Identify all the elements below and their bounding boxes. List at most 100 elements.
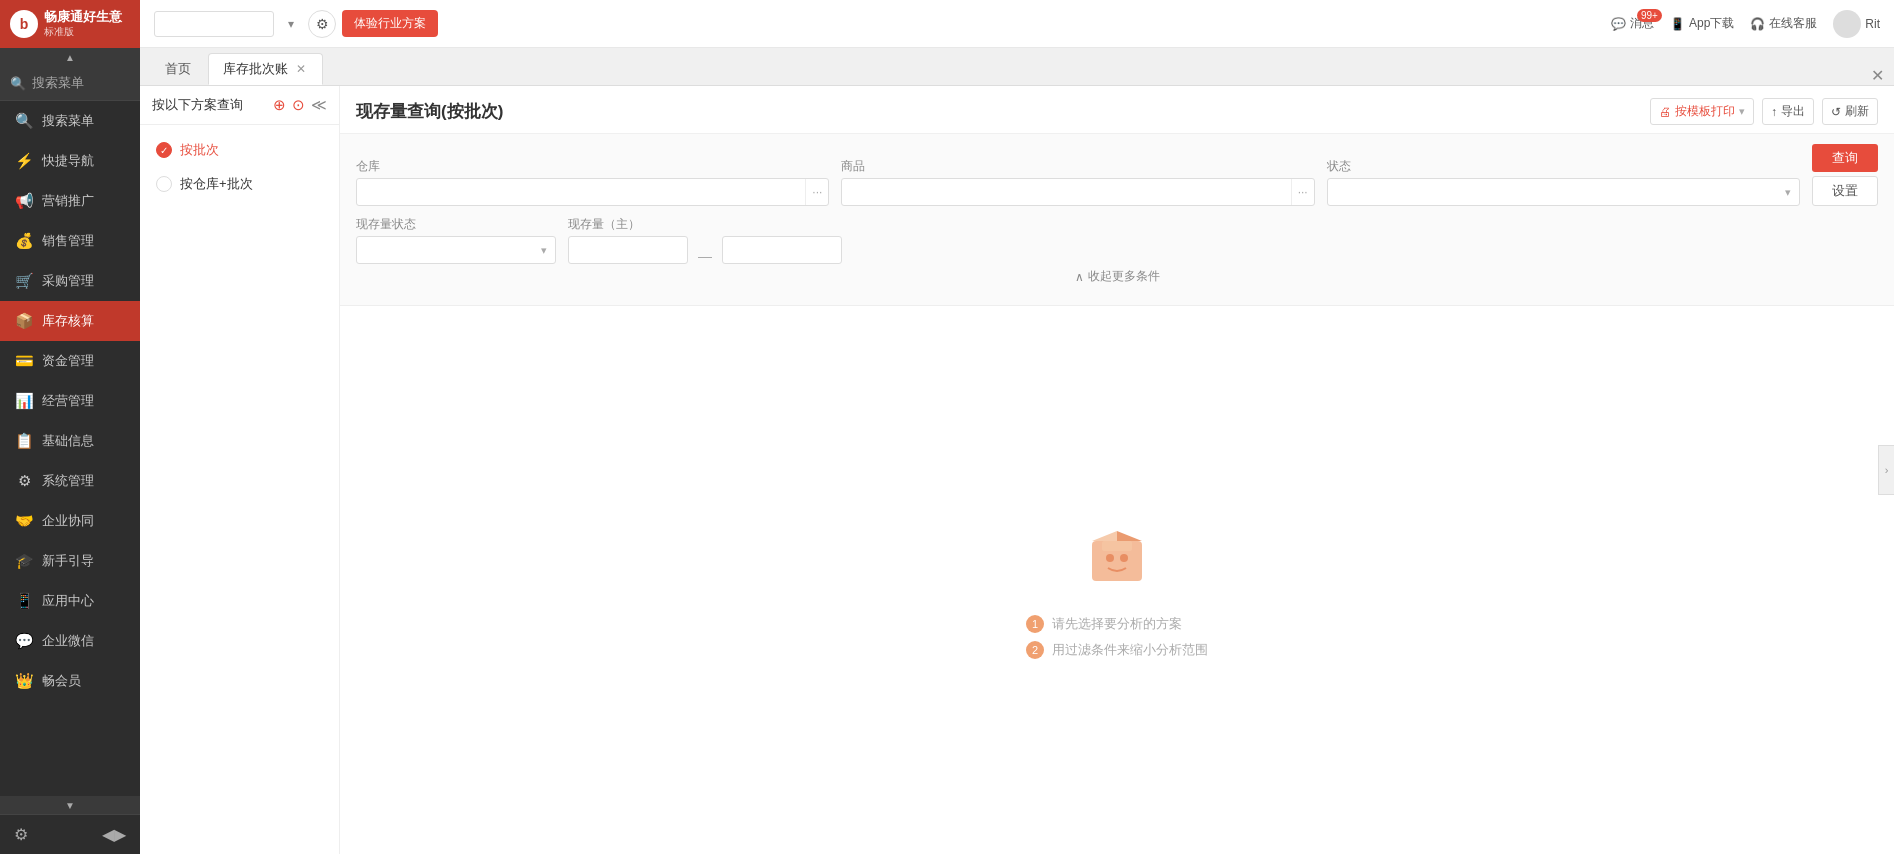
product-more-icon[interactable]: ··· [1291, 179, 1314, 205]
sidebar-item-appcenter[interactable]: 📱 应用中心 [0, 581, 140, 621]
nav-icon-basic: 📋 [14, 431, 34, 451]
filter-panel: 按以下方案查询 ⊕ ⊙ ≪ ✓ 按批次 按仓库+批次 [140, 86, 340, 854]
filter-item-batch[interactable]: ✓ 按批次 [140, 133, 339, 167]
print-dropdown-icon[interactable]: ▾ [1739, 105, 1745, 118]
warehouse-input[interactable] [357, 179, 805, 205]
refresh-btn[interactable]: ↺ 刷新 [1822, 98, 1878, 125]
tab-inventory-batch[interactable]: 库存批次账 ✕ [208, 53, 323, 85]
nav-icon-finance: 💳 [14, 351, 34, 371]
right-panel-toggle[interactable]: › [1878, 445, 1894, 495]
topbar-search-input[interactable] [154, 11, 274, 37]
nav-label-purchase: 采购管理 [42, 272, 94, 290]
settings-btn[interactable]: 设置 [1812, 176, 1878, 206]
app-logo: b [10, 10, 38, 38]
status-dropdown[interactable]: ▾ [1327, 178, 1800, 206]
warehouse-label: 仓库 [356, 158, 829, 175]
refresh-icon: ↺ [1831, 105, 1841, 119]
query-header-actions: 🖨 按模板打印 ▾ ↑ 导出 ↺ 刷新 [1650, 98, 1878, 125]
sidebar-item-purchase[interactable]: 🛒 采购管理 [0, 261, 140, 301]
sidebar-item-operation[interactable]: 📊 经营管理 [0, 381, 140, 421]
filter-item-wh-batch-dot [156, 176, 172, 192]
empty-illustration [1072, 506, 1162, 596]
action-buttons: 查询 设置 [1812, 144, 1878, 206]
app-download-btn[interactable]: 📱 App下载 [1670, 15, 1734, 32]
page-content: 按以下方案查询 ⊕ ⊙ ≪ ✓ 按批次 按仓库+批次 [140, 86, 1894, 854]
nav-label-inventory: 库存核算 [42, 312, 94, 330]
nav-label-quicknav: 快捷导航 [42, 152, 94, 170]
filter-item-warehouse-batch[interactable]: 按仓库+批次 [140, 167, 339, 201]
sidebar-item-search[interactable]: 🔍 搜索菜单 [0, 101, 140, 141]
nav-label-search: 搜索菜单 [42, 112, 94, 130]
svg-rect-3 [1102, 541, 1132, 551]
query-area: 现存量查询(按批次) 🖨 按模板打印 ▾ ↑ 导出 ↺ 刷新 [340, 86, 1894, 854]
nav-label-sales: 销售管理 [42, 232, 94, 250]
svg-marker-1 [1092, 531, 1117, 541]
sidebar-item-system[interactable]: ⚙ 系统管理 [0, 461, 140, 501]
nav-label-wechat: 企业微信 [42, 632, 94, 650]
app-download-label: App下载 [1689, 15, 1734, 32]
status-chevron-icon: ▾ [1785, 186, 1791, 199]
print-btn[interactable]: 🖨 按模板打印 ▾ [1650, 98, 1754, 125]
nav-label-enterprise: 企业协同 [42, 512, 94, 530]
topbar-settings-btn[interactable]: ⚙ [308, 10, 336, 38]
tab-close-btn[interactable]: ✕ [294, 61, 308, 77]
settings-footer-icon[interactable]: ⚙ [14, 825, 28, 844]
sidebar-item-marketing[interactable]: 📢 营销推广 [0, 181, 140, 221]
sidebar-header: b 畅康通好生意 标准版 [0, 0, 140, 48]
nav-icon-appcenter: 📱 [14, 591, 34, 611]
nav-icon-sales: 💰 [14, 231, 34, 251]
nav-icon-enterprise: 🤝 [14, 511, 34, 531]
topbar-dropdown-btn[interactable]: ▾ [280, 13, 302, 35]
refresh-btn-label: 刷新 [1845, 103, 1869, 120]
settings-filter-btn[interactable]: ⊙ [292, 96, 305, 114]
status-label: 状态 [1327, 158, 1800, 175]
message-btn[interactable]: 💬 消息 99+ [1611, 15, 1654, 32]
search-icon: 🔍 [10, 76, 26, 91]
nav-icon-quicknav: ⚡ [14, 151, 34, 171]
sidebar-scroll-down[interactable]: ▼ [0, 796, 140, 814]
filter-list: ✓ 按批次 按仓库+批次 [140, 125, 339, 209]
right-panel-close-btn[interactable]: ✕ [1871, 66, 1884, 85]
sidebar-item-inventory[interactable]: 📦 库存核算 [0, 301, 140, 341]
nav-icon-member: 👑 [14, 671, 34, 691]
collapse-label: 收起更多条件 [1088, 268, 1160, 285]
add-filter-btn[interactable]: ⊕ [273, 96, 286, 114]
nav-icon-inventory: 📦 [14, 311, 34, 331]
page-title: 现存量查询(按批次) [356, 100, 503, 123]
user-area[interactable]: Rit [1833, 10, 1880, 38]
filter-item-batch-dot: ✓ [156, 142, 172, 158]
sidebar-item-finance[interactable]: 💳 资金管理 [0, 341, 140, 381]
stock-status-dropdown[interactable]: ▾ [356, 236, 556, 264]
sidebar-item-member[interactable]: 👑 畅会员 [0, 661, 140, 701]
sidebar-scroll-up[interactable]: ▲ [0, 48, 140, 66]
sidebar: b 畅康通好生意 标准版 ▲ 🔍 搜索菜单 🔍 搜索菜单 ⚡ 快捷导航 📢 营销… [0, 0, 140, 854]
sidebar-item-sales[interactable]: 💰 销售管理 [0, 221, 140, 261]
sidebar-search[interactable]: 🔍 搜索菜单 [0, 66, 140, 101]
sidebar-item-wechat[interactable]: 💬 企业微信 [0, 621, 140, 661]
collapse-row[interactable]: ∧ 收起更多条件 [356, 264, 1878, 295]
online-service-btn[interactable]: 🎧 在线客服 [1750, 15, 1817, 32]
stock-status-chevron-icon: ▾ [541, 244, 547, 257]
company-name: 畅康通好生意 [44, 9, 122, 26]
stock-main-to-input[interactable] [723, 237, 889, 263]
sidebar-item-enterprise[interactable]: 🤝 企业协同 [0, 501, 140, 541]
sidebar-item-quicknav[interactable]: ⚡ 快捷导航 [0, 141, 140, 181]
nav-label-basic: 基础信息 [42, 432, 94, 450]
collapse-filter-btn[interactable]: ≪ [311, 96, 327, 114]
query-btn[interactable]: 查询 [1812, 144, 1878, 172]
tab-home[interactable]: 首页 [150, 53, 206, 85]
export-btn[interactable]: ↑ 导出 [1762, 98, 1814, 125]
collapse-sidebar-btn[interactable]: ◀▶ [102, 825, 126, 844]
experience-btn[interactable]: 体验行业方案 [342, 10, 438, 37]
topbar-search-area: ▾ ⚙ 体验行业方案 [154, 10, 1601, 38]
warehouse-more-icon[interactable]: ··· [805, 179, 828, 205]
filter-item-wh-batch-label: 按仓库+批次 [180, 175, 253, 193]
empty-tips: 1 请先选择要分析的方案 2 用过滤条件来缩小分析范围 [1026, 615, 1208, 659]
nav-icon-wechat: 💬 [14, 631, 34, 651]
filter-item-batch-label: 按批次 [180, 141, 219, 159]
sidebar-item-basic[interactable]: 📋 基础信息 [0, 421, 140, 461]
sidebar-item-newguide[interactable]: 🎓 新手引导 [0, 541, 140, 581]
product-input[interactable] [842, 179, 1290, 205]
nav-icon-system: ⚙ [14, 471, 34, 491]
export-btn-label: 导出 [1781, 103, 1805, 120]
